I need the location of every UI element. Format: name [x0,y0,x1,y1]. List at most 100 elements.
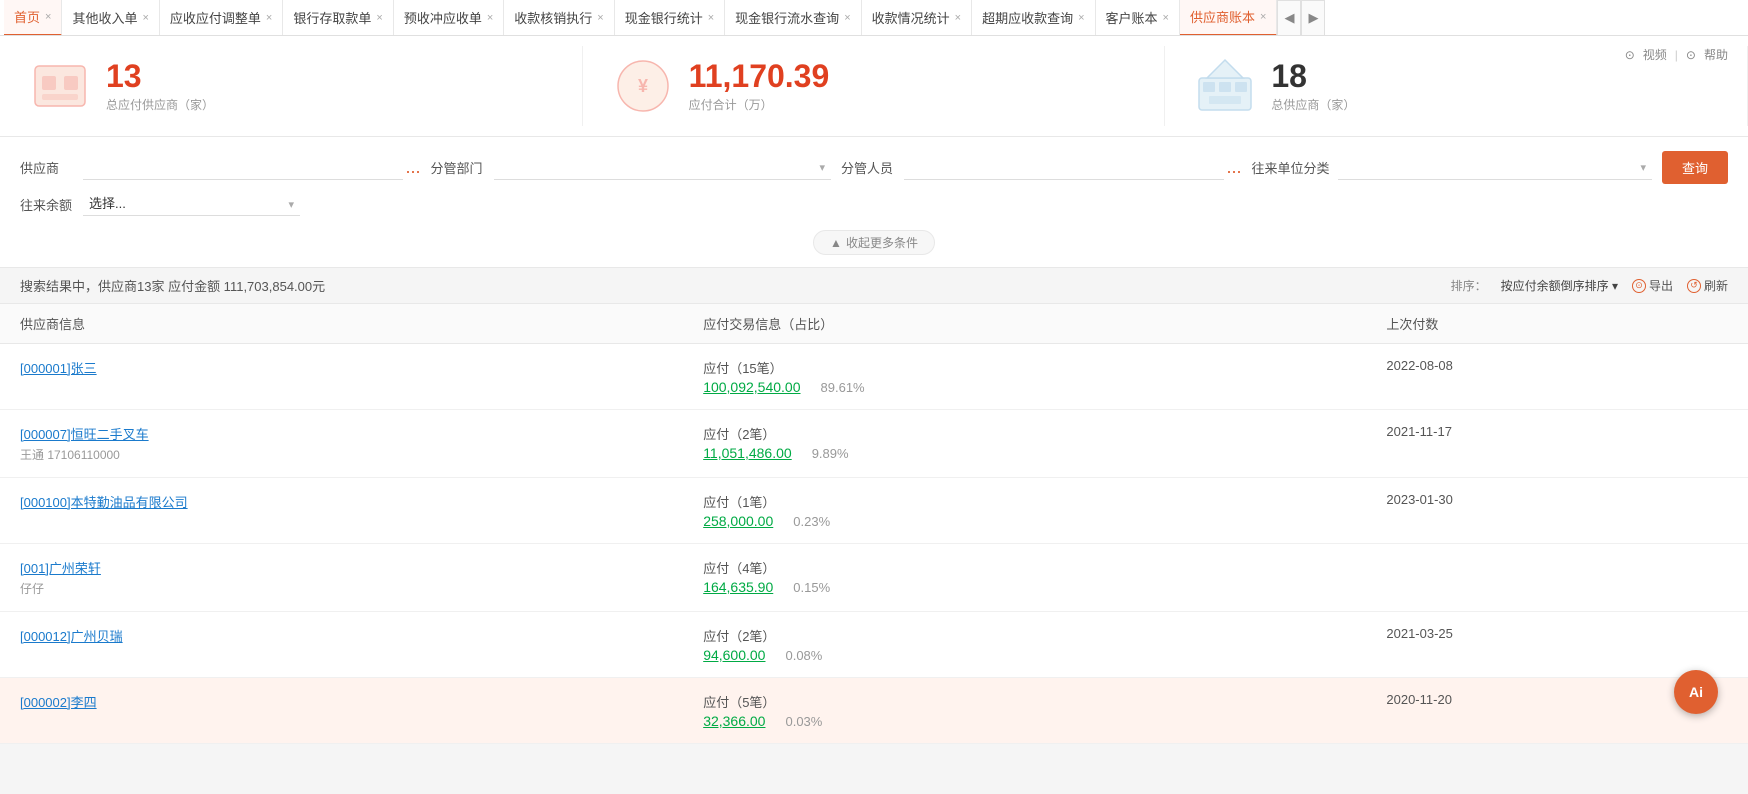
category-select[interactable] [1338,156,1652,180]
video-link[interactable]: 视频 [1643,46,1667,63]
transaction-cell-4: 应付（4笔） 164,635.90 0.15% [703,558,1386,595]
trans-label-3: 应付（1笔） [703,492,1386,511]
tab-cash-bank-stat-label: 现金银行统计 [625,8,703,27]
supplier-link-5[interactable]: [000012]广州贝瑞 [20,626,703,645]
help-link[interactable]: 帮助 [1704,46,1728,63]
sort-value[interactable]: 按应付余额倒序排序 ▾ [1501,277,1618,294]
trans-amount-6[interactable]: 32,366.00 [703,713,765,729]
trans-row-4: 164,635.90 0.15% [703,579,1386,595]
filter-person: 分管人员 ... [841,156,1242,180]
tab-home[interactable]: 首页 × [4,0,62,36]
dept-label: 分管部门 [431,158,486,177]
trans-amount-4[interactable]: 164,635.90 [703,579,773,595]
refresh-label: 刷新 [1704,277,1728,294]
table-row: [000001]张三 应付（15笔） 100,092,540.00 89.61%… [0,344,1748,410]
summary-area: 13 总应付供应商（家） ¥ 11,170.39 应付合计（万） 18 总供应商… [0,36,1748,137]
ap-suppliers-label: 总应付供应商（家） [106,96,214,113]
close-bank-deposit-tab[interactable]: × [376,12,382,24]
ai-button[interactable]: Ai [1674,670,1718,714]
table-row: [001]广州荣轩 仔仔 应付（4笔） 164,635.90 0.15% [0,544,1748,612]
supplier-link-6[interactable]: [000002]李四 [20,692,703,711]
collapse-label: 收起更多条件 [846,234,918,251]
refresh-icon: ↺ [1687,279,1701,293]
tab-cash-flow-query[interactable]: 现金银行流水查询 × [725,0,861,36]
category-label: 往来单位分类 [1252,158,1330,177]
trans-label-1: 应付（15笔） [703,358,1386,377]
table-row: [000012]广州贝瑞 应付（2笔） 94,600.00 0.08% 2021… [0,612,1748,678]
tab-cash-flow-query-label: 现金银行流水查询 [735,8,839,27]
trans-label-5: 应付（2笔） [703,626,1386,645]
export-label: 导出 [1649,277,1673,294]
tab-collect-verify[interactable]: 收款核销执行 × [504,0,614,36]
close-pre-collect-tab[interactable]: × [487,12,493,24]
tab-home-label: 首页 [14,7,40,26]
close-cash-bank-stat-tab[interactable]: × [708,12,714,24]
trans-percent-6: 0.03% [785,714,822,729]
balance-select-wrap: 选择... [83,192,300,216]
balance-label: 往来余额 [20,195,75,214]
tab-overdue-query[interactable]: 超期应收款查询 × [972,0,1095,36]
tab-pre-collect-label: 预收冲应收单 [404,8,482,27]
close-customer-book-tab[interactable]: × [1163,12,1169,24]
supplier-dots[interactable]: ... [405,157,420,178]
person-dots[interactable]: ... [1226,157,1241,178]
tab-pre-collect[interactable]: 预收冲应收单 × [394,0,504,36]
tab-bank-deposit[interactable]: 银行存取款单 × [283,0,393,36]
filter-supplier: 供应商 ... [20,156,421,180]
trans-amount-3[interactable]: 258,000.00 [703,513,773,529]
collapse-button[interactable]: ▲ 收起更多条件 [813,230,935,255]
tab-bank-deposit-label: 银行存取款单 [293,8,371,27]
close-cash-flow-query-tab[interactable]: × [844,12,850,24]
supplier-cell-4: [001]广州荣轩 仔仔 [20,558,703,597]
trans-row-3: 258,000.00 0.23% [703,513,1386,529]
nav-left-arrow[interactable]: ◀ [1277,0,1301,36]
tab-other-income[interactable]: 其他收入单 × [62,0,159,36]
export-button[interactable]: ⊙ 导出 [1632,277,1673,294]
supplier-label: 供应商 [20,158,75,177]
dept-select-wrap [494,156,832,180]
close-overdue-query-tab[interactable]: × [1078,12,1084,24]
supplier-link-2[interactable]: [000007]恒旺二手叉车 [20,424,703,443]
transaction-cell-2: 应付（2笔） 11,051,486.00 9.89% [703,424,1386,461]
refresh-button[interactable]: ↺ 刷新 [1687,277,1728,294]
total-suppliers-icon [1195,56,1255,116]
tab-customer-book-label: 客户账本 [1106,8,1158,27]
trans-amount-1[interactable]: 100,092,540.00 [703,379,800,395]
sort-label: 排序： [1451,277,1487,294]
person-input[interactable] [904,156,1224,180]
supplier-link-4[interactable]: [001]广州荣轩 [20,558,703,577]
col-header-supplier: 供应商信息 [20,314,703,333]
balance-select[interactable]: 选择... [83,192,300,216]
tab-overdue-query-label: 超期应收款查询 [982,8,1073,27]
tab-collect-stat[interactable]: 收款情况统计 × [862,0,972,36]
transaction-cell-6: 应付（5笔） 32,366.00 0.03% [703,692,1386,729]
query-button[interactable]: 查询 [1662,151,1728,184]
tab-supplier-book[interactable]: 供应商账本 × [1180,0,1277,36]
trans-amount-2[interactable]: 11,051,486.00 [703,445,792,461]
close-collect-verify-tab[interactable]: × [597,12,603,24]
tab-cash-bank-stat[interactable]: 现金银行统计 × [615,0,725,36]
close-home-tab[interactable]: × [45,11,51,23]
table-row: [000007]恒旺二手叉车 王通 17106110000 应付（2笔） 11,… [0,410,1748,478]
link-divider: | [1675,48,1678,62]
dept-select[interactable] [494,156,832,180]
tab-ar-ap-adjust[interactable]: 应收应付调整单 × [160,0,283,36]
nav-right-arrow[interactable]: ▶ [1301,0,1325,36]
person-label: 分管人员 [841,158,896,177]
supplier-link-3[interactable]: [000100]本特勤油品有限公司 [20,492,703,511]
close-collect-stat-tab[interactable]: × [955,12,961,24]
tab-customer-book[interactable]: 客户账本 × [1096,0,1180,36]
close-other-income-tab[interactable]: × [142,12,148,24]
total-suppliers-value: 18 [1271,60,1355,92]
category-select-wrap [1338,156,1652,180]
filter-row-2: 往来余额 选择... [20,192,1728,216]
close-ar-ap-adjust-tab[interactable]: × [266,12,272,24]
supplier-link-1[interactable]: [000001]张三 [20,358,703,377]
close-supplier-book-tab[interactable]: × [1260,11,1266,23]
supplier-input[interactable] [83,156,403,180]
trans-amount-5[interactable]: 94,600.00 [703,647,765,663]
results-info: 搜索结果中，供应商13家 应付金额 111,703,854.00元 [20,276,325,295]
tab-other-income-label: 其他收入单 [72,8,137,27]
last-pay-1: 2022-08-08 [1386,358,1728,373]
last-pay-5: 2021-03-25 [1386,626,1728,641]
